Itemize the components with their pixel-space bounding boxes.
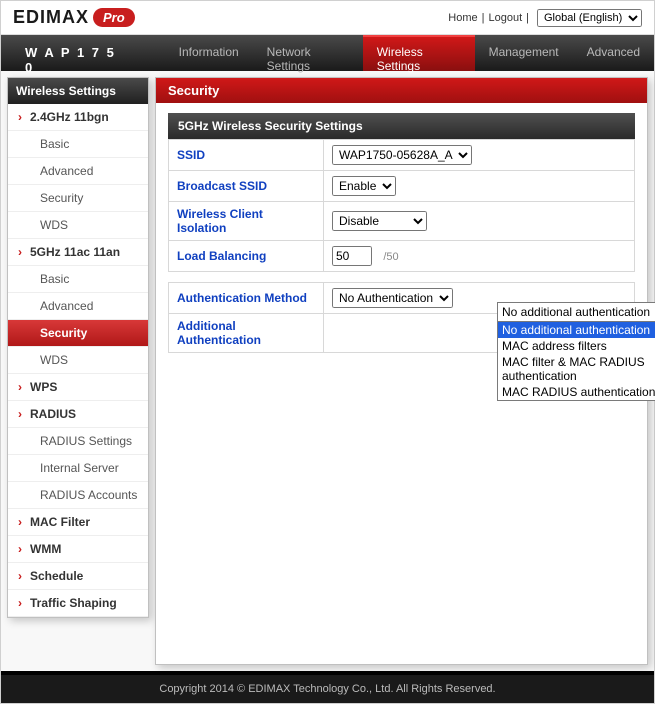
sidebar-item-24-basic[interactable]: Basic bbox=[8, 131, 148, 158]
tab-network-settings[interactable]: Network Settings bbox=[253, 35, 363, 71]
sidebar-item-5-advanced[interactable]: Advanced bbox=[8, 293, 148, 320]
dropdown-selected[interactable]: No additional authentication ▾ bbox=[498, 303, 655, 322]
auth-method-label: Authentication Method bbox=[169, 283, 324, 314]
ssid-select[interactable]: WAP1750-05628A_A bbox=[332, 145, 472, 165]
sidebar-item-internal-server[interactable]: Internal Server bbox=[8, 455, 148, 482]
sidebar-item-24-wds[interactable]: WDS bbox=[8, 212, 148, 239]
load-balancing-label: Load Balancing bbox=[169, 241, 324, 272]
settings-table-1: SSID WAP1750-05628A_A Broadcast SSID Ena… bbox=[168, 139, 635, 272]
sidebar-title: Wireless Settings bbox=[8, 78, 148, 104]
page-title: Security bbox=[156, 78, 647, 103]
sidebar-item-schedule[interactable]: Schedule bbox=[8, 563, 148, 590]
sidebar-item-5ghz[interactable]: 5GHz 11ac 11an bbox=[8, 239, 148, 266]
sidebar-item-24ghz[interactable]: 2.4GHz 11bgn bbox=[8, 104, 148, 131]
load-balancing-max: /50 bbox=[383, 251, 398, 263]
content-panel: Security 5GHz Wireless Security Settings… bbox=[155, 77, 648, 665]
sidebar-item-wps[interactable]: WPS bbox=[8, 374, 148, 401]
topbar: EDIMAX Pro Home | Logout | Global (Engli… bbox=[1, 1, 654, 35]
sidebar-item-5-security[interactable]: Security bbox=[8, 320, 148, 347]
load-balancing-input[interactable] bbox=[332, 246, 372, 266]
dropdown-option-mac-filters[interactable]: MAC address filters bbox=[498, 338, 655, 354]
section-title: 5GHz Wireless Security Settings bbox=[168, 113, 635, 139]
brand-pro-badge: Pro bbox=[93, 8, 135, 27]
client-isolation-select[interactable]: Disable bbox=[332, 211, 427, 231]
sidebar-item-traffic-shaping[interactable]: Traffic Shaping bbox=[8, 590, 148, 617]
sidebar-item-wmm[interactable]: WMM bbox=[8, 536, 148, 563]
sidebar-item-5-wds[interactable]: WDS bbox=[8, 347, 148, 374]
model-label: W A P 1 7 5 0 bbox=[1, 35, 145, 71]
broadcast-ssid-select[interactable]: Enable bbox=[332, 176, 396, 196]
logout-link[interactable]: Logout bbox=[488, 12, 522, 24]
additional-auth-label: Additional Authentication bbox=[169, 314, 324, 353]
dropdown-option-none[interactable]: No additional authentication bbox=[498, 322, 655, 338]
sidebar-item-radius-settings[interactable]: RADIUS Settings bbox=[8, 428, 148, 455]
client-isolation-label: Wireless Client Isolation bbox=[169, 202, 324, 241]
dropdown-option-radius[interactable]: MAC RADIUS authentication bbox=[498, 384, 655, 400]
top-links: Home | Logout | Global (English) bbox=[448, 9, 642, 27]
dropdown-option-mac-radius[interactable]: MAC filter & MAC RADIUS authentication bbox=[498, 354, 655, 384]
home-link[interactable]: Home bbox=[448, 12, 477, 24]
sidebar-item-radius[interactable]: RADIUS bbox=[8, 401, 148, 428]
sidebar-item-radius-accounts[interactable]: RADIUS Accounts bbox=[8, 482, 148, 509]
tab-information[interactable]: Information bbox=[165, 35, 253, 71]
broadcast-ssid-label: Broadcast SSID bbox=[169, 171, 324, 202]
sidebar-item-24-advanced[interactable]: Advanced bbox=[8, 158, 148, 185]
sidebar-item-24-security[interactable]: Security bbox=[8, 185, 148, 212]
brand-logo: EDIMAX Pro bbox=[13, 7, 135, 28]
tab-advanced[interactable]: Advanced bbox=[573, 35, 654, 71]
sidebar: Wireless Settings 2.4GHz 11bgn Basic Adv… bbox=[7, 77, 149, 618]
footer-copyright: Copyright 2014 © EDIMAX Technology Co., … bbox=[1, 671, 654, 703]
sidebar-item-mac-filter[interactable]: MAC Filter bbox=[8, 509, 148, 536]
brand-text: EDIMAX bbox=[13, 7, 89, 28]
main-nav: W A P 1 7 5 0 Information Network Settin… bbox=[1, 35, 654, 71]
auth-method-select[interactable]: No Authentication bbox=[332, 288, 453, 308]
tab-wireless-settings[interactable]: Wireless Settings bbox=[363, 35, 475, 71]
additional-auth-dropdown[interactable]: No additional authentication ▾ No additi… bbox=[497, 302, 655, 401]
language-select[interactable]: Global (English) bbox=[537, 9, 642, 27]
ssid-label: SSID bbox=[169, 140, 324, 171]
sidebar-item-5-basic[interactable]: Basic bbox=[8, 266, 148, 293]
tab-management[interactable]: Management bbox=[475, 35, 573, 71]
